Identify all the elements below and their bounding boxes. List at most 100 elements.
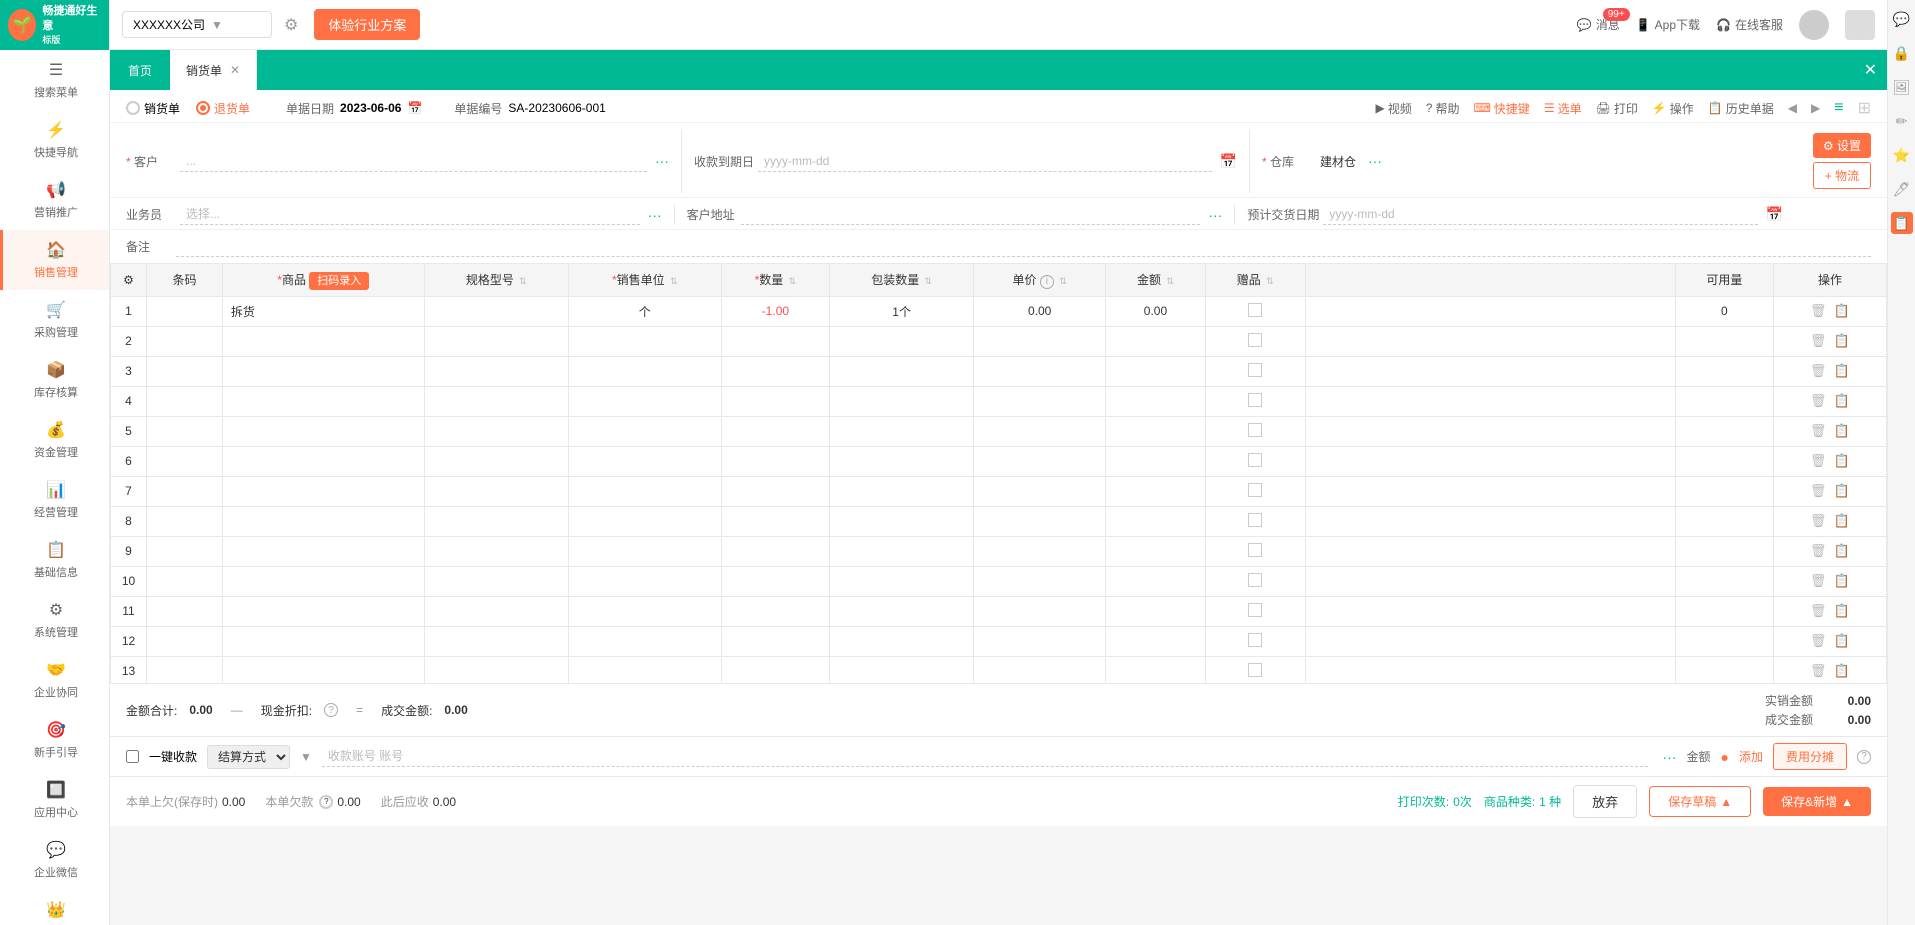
toolbar-operation-btn[interactable]: ⚡ 操作 xyxy=(1652,100,1694,117)
row-unit[interactable] xyxy=(568,476,721,506)
payment-add-icon[interactable]: ● xyxy=(1721,749,1729,765)
row-spec[interactable] xyxy=(424,656,568,683)
receive-date-cal-icon[interactable]: 📅 xyxy=(1220,153,1237,170)
row-spec[interactable] xyxy=(424,416,568,446)
customer-address-dots-icon[interactable]: ··· xyxy=(1208,207,1222,223)
customer-dots-icon[interactable]: ··· xyxy=(655,153,669,169)
row-gift[interactable] xyxy=(1205,446,1305,476)
fee-split-info-icon[interactable]: ? xyxy=(1857,750,1871,764)
row-product[interactable] xyxy=(222,356,424,386)
delete-icon[interactable]: 🗑 xyxy=(1810,513,1827,528)
toolbar-video-btn[interactable]: ▶ 视频 xyxy=(1376,100,1412,117)
tab-sales-order[interactable]: 销货单 ✕ xyxy=(170,50,257,90)
row-amount[interactable] xyxy=(1106,356,1206,386)
toolbar-print-btn[interactable]: 🖨 打印 xyxy=(1596,100,1638,117)
row-product[interactable] xyxy=(222,416,424,446)
delivery-date-cal-icon[interactable]: 📅 xyxy=(1766,206,1783,223)
row-spec[interactable] xyxy=(424,476,568,506)
row-unit[interactable] xyxy=(568,626,721,656)
warehouse-dots-icon[interactable]: ··· xyxy=(1368,153,1382,169)
row-product[interactable] xyxy=(222,446,424,476)
row-unit[interactable] xyxy=(568,656,721,683)
row-product[interactable] xyxy=(222,536,424,566)
row-amount[interactable] xyxy=(1106,416,1206,446)
discard-btn[interactable]: 放弃 xyxy=(1573,785,1637,818)
footer-arrears-info-icon[interactable]: ? xyxy=(319,795,333,809)
row-barcode[interactable] xyxy=(147,656,223,683)
receive-date-input[interactable] xyxy=(758,151,1212,172)
delete-icon[interactable]: 🗑 xyxy=(1810,423,1827,438)
topbar-gear-icon[interactable]: ⚙ xyxy=(284,15,298,35)
tabbar-close-all-btn[interactable]: ✕ xyxy=(1864,60,1877,80)
row-gift[interactable] xyxy=(1205,566,1305,596)
copy-icon[interactable]: 📋 xyxy=(1834,633,1850,648)
right-comment-icon[interactable]: 💬 xyxy=(1891,8,1913,30)
row-price[interactable] xyxy=(974,656,1106,683)
row-amount[interactable] xyxy=(1106,446,1206,476)
gift-checkbox[interactable] xyxy=(1248,543,1262,557)
scan-btn[interactable]: 扫码录入 xyxy=(309,272,369,290)
row-product[interactable] xyxy=(222,386,424,416)
online-support-btn[interactable]: 🎧 在线客服 xyxy=(1716,16,1783,33)
gift-checkbox[interactable] xyxy=(1248,513,1262,527)
copy-icon[interactable]: 📋 xyxy=(1834,333,1850,348)
payment-add-btn[interactable]: 添加 xyxy=(1739,748,1763,765)
radio-sales[interactable]: 销货单 xyxy=(126,100,180,117)
row-qty[interactable] xyxy=(721,416,829,446)
delete-icon[interactable]: 🗑 xyxy=(1810,603,1827,618)
doc-date-cal-icon[interactable]: 📅 xyxy=(407,101,422,115)
row-unit[interactable] xyxy=(568,446,721,476)
sidebar-item-guide[interactable]: 🎯 新手引导 xyxy=(0,710,109,770)
sidebar-item-sales[interactable]: 🏠 销售管理 xyxy=(0,230,109,290)
col-gear[interactable]: ⚙ xyxy=(111,264,147,297)
row-barcode[interactable] xyxy=(147,356,223,386)
row-gift[interactable] xyxy=(1205,356,1305,386)
gift-checkbox[interactable] xyxy=(1248,483,1262,497)
row-product[interactable]: 拆货 xyxy=(222,296,424,326)
user-avatar[interactable] xyxy=(1799,10,1829,40)
row-amount[interactable] xyxy=(1106,476,1206,506)
row-gift[interactable] xyxy=(1205,506,1305,536)
row-unit[interactable] xyxy=(568,386,721,416)
delete-icon[interactable]: 🗑 xyxy=(1810,573,1827,588)
view-list-btn[interactable]: ≡ xyxy=(1834,99,1843,117)
row-pkg-qty[interactable] xyxy=(830,626,974,656)
price-info-icon[interactable]: i xyxy=(1040,275,1054,289)
tab-close-icon[interactable]: ✕ xyxy=(230,63,240,77)
row-price[interactable] xyxy=(974,356,1106,386)
delete-icon[interactable]: 🗑 xyxy=(1810,453,1827,468)
row-spec[interactable] xyxy=(424,356,568,386)
sidebar-item-purchase[interactable]: 🛒 采购管理 xyxy=(0,290,109,350)
copy-icon[interactable]: 📋 xyxy=(1834,543,1850,558)
row-price[interactable] xyxy=(974,506,1106,536)
delete-icon[interactable]: 🗑 xyxy=(1810,543,1827,558)
sidebar-item-system[interactable]: ⚙ 系统管理 xyxy=(0,590,109,650)
row-pkg-qty[interactable]: 1个 xyxy=(830,296,974,326)
row-amount[interactable] xyxy=(1106,386,1206,416)
gift-checkbox[interactable] xyxy=(1248,393,1262,407)
row-barcode[interactable] xyxy=(147,506,223,536)
save-draft-btn[interactable]: 保存草稿 ▲ xyxy=(1649,786,1751,817)
row-pkg-qty[interactable] xyxy=(830,566,974,596)
row-amount[interactable] xyxy=(1106,566,1206,596)
copy-icon[interactable]: 📋 xyxy=(1834,303,1850,318)
radio-return[interactable]: 退货单 xyxy=(196,100,250,117)
row-unit[interactable]: 个 xyxy=(568,296,721,326)
row-price[interactable] xyxy=(974,476,1106,506)
delete-icon[interactable]: 🗑 xyxy=(1810,363,1827,378)
salesperson-dots-icon[interactable]: ··· xyxy=(648,207,662,223)
row-pkg-qty[interactable] xyxy=(830,656,974,683)
row-price[interactable] xyxy=(974,446,1106,476)
company-selector[interactable]: XXXXXX公司 ▼ xyxy=(122,11,272,38)
row-spec[interactable] xyxy=(424,626,568,656)
row-barcode[interactable] xyxy=(147,386,223,416)
row-barcode[interactable] xyxy=(147,446,223,476)
save-new-btn[interactable]: 保存&新增 ▲ xyxy=(1763,787,1871,816)
row-price[interactable] xyxy=(974,536,1106,566)
sidebar-item-marketing[interactable]: 📢 营销推广 xyxy=(0,170,109,230)
notes-input[interactable] xyxy=(176,236,1871,257)
row-amount[interactable] xyxy=(1106,326,1206,356)
row-pkg-qty[interactable] xyxy=(830,596,974,626)
row-spec[interactable] xyxy=(424,596,568,626)
save-draft-dropdown-icon[interactable]: ▲ xyxy=(1720,795,1732,809)
